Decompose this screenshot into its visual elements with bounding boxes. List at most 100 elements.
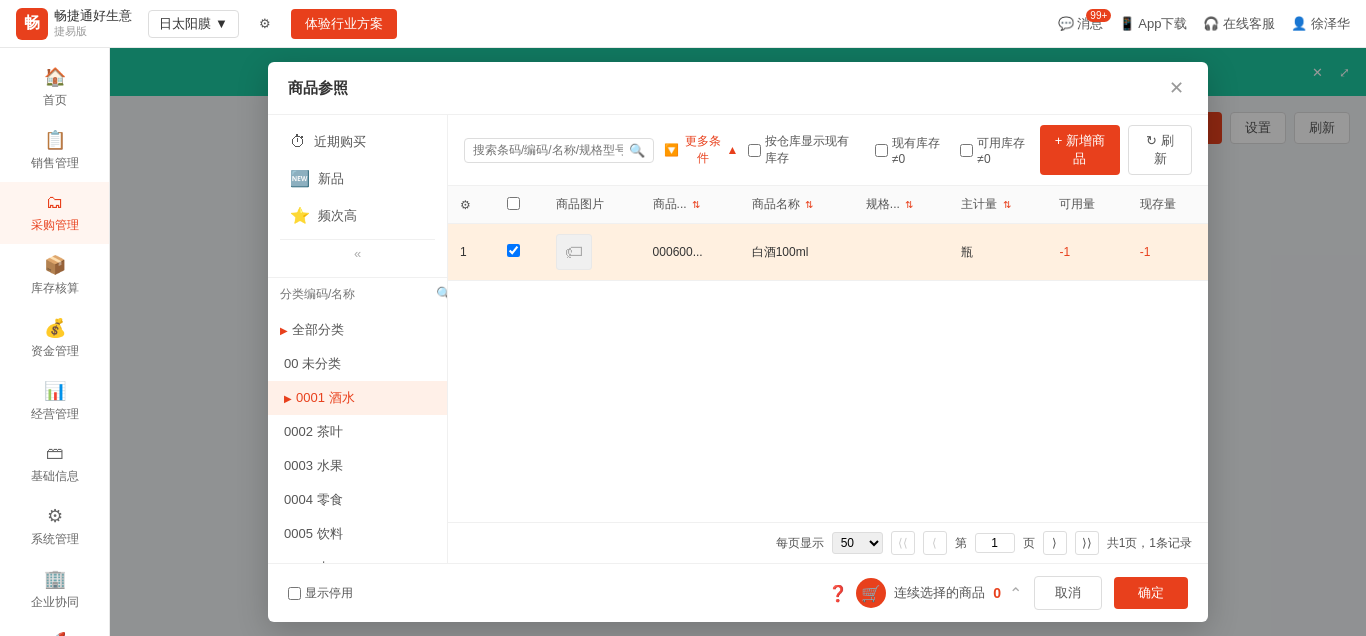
user-avatar[interactable]: 👤 徐泽华 xyxy=(1291,15,1350,33)
sidebar-item-enterprise[interactable]: 🏢 企业协同 xyxy=(0,558,109,621)
cell-checkbox xyxy=(495,224,544,281)
logo-icon: 畅 xyxy=(16,8,48,40)
next-page-button[interactable]: ⟩ xyxy=(1043,531,1067,555)
sidebar-item-guide[interactable]: 🚀 新手引导 xyxy=(0,621,109,636)
show-disabled-label[interactable]: 显示停用 xyxy=(288,585,353,602)
cell-code: 000600... xyxy=(641,224,740,281)
category-item-all[interactable]: ▶ 全部分类 xyxy=(268,313,447,347)
collapse-icon: « xyxy=(354,246,361,261)
cell-available: -1 xyxy=(1047,224,1127,281)
current-stock-checkbox-label[interactable]: 现有库存≠0 xyxy=(875,135,944,166)
cart-collapse-icon[interactable]: ⌃ xyxy=(1009,584,1022,603)
rocket-icon: 🚀 xyxy=(44,631,66,636)
experience-button[interactable]: 体验行业方案 xyxy=(291,9,397,39)
product-reference-modal: 商品参照 ✕ ⏱ 近期购买 🆕 新 xyxy=(268,62,1208,622)
headset-icon: 🎧 xyxy=(1203,16,1219,31)
sidebar-label-business: 经营管理 xyxy=(31,406,79,423)
category-search-input[interactable] xyxy=(280,287,430,301)
sort-code-icon: ⇅ xyxy=(692,199,700,210)
available-stock-checkbox-label[interactable]: 可用库存≠0 xyxy=(960,135,1029,166)
filter-checkboxes: 按仓库显示现有库存 现有库存≠0 可用库存≠0 xyxy=(748,133,1029,167)
recent-icon: ⏱ xyxy=(290,133,306,151)
col-current: 现存量 xyxy=(1128,186,1208,224)
col-spec[interactable]: 规格... ⇅ xyxy=(854,186,949,224)
col-unit[interactable]: 主计量 ⇅ xyxy=(949,186,1047,224)
tree-arrow-icon: ▶ xyxy=(280,325,288,336)
money-icon: 💰 xyxy=(44,317,66,339)
cart-count: 0 xyxy=(993,585,1001,601)
category-item-0003[interactable]: 0003 水果 xyxy=(268,449,447,483)
page-number-input[interactable] xyxy=(975,533,1015,553)
sidebar-item-home[interactable]: 🏠 首页 xyxy=(0,56,109,119)
col-name[interactable]: 商品名称 ⇅ xyxy=(740,186,854,224)
app-download-link[interactable]: 📱 App下载 xyxy=(1119,15,1187,33)
sidebar-item-purchase[interactable]: 🗂 采购管理 xyxy=(0,182,109,244)
refresh-button[interactable]: ↻ 刷新 xyxy=(1128,125,1192,175)
cart-button[interactable]: 🛒 xyxy=(856,578,886,608)
building-icon: 🏢 xyxy=(44,568,66,590)
col-available: 可用量 xyxy=(1047,186,1127,224)
prev-page-button[interactable]: ⟨ xyxy=(923,531,947,555)
modal-close-button[interactable]: ✕ xyxy=(1164,76,1188,100)
col-code[interactable]: 商品... ⇅ xyxy=(641,186,740,224)
first-page-button[interactable]: ⟨⟨ xyxy=(891,531,915,555)
notification-bell[interactable]: 💬 消息 99+ xyxy=(1058,15,1104,33)
logo-text: 畅捷通好生意 捷易版 xyxy=(54,8,132,40)
row-checkbox[interactable] xyxy=(507,244,520,257)
chevron-down-icon: ▼ xyxy=(215,16,228,31)
category-item-0002[interactable]: 0002 茶叶 xyxy=(268,415,447,449)
current-stock-checkbox[interactable] xyxy=(875,144,888,157)
settings-button[interactable]: ⚙ xyxy=(251,12,279,35)
database-icon: 🗃 xyxy=(46,443,64,464)
category-item-0001[interactable]: ▶ 0001 酒水 xyxy=(268,381,447,415)
sidebar-item-business[interactable]: 📊 经营管理 xyxy=(0,370,109,433)
sidebar-item-system[interactable]: ⚙ 系统管理 xyxy=(0,495,109,558)
sidebar-collapse-button[interactable]: « xyxy=(280,239,435,267)
select-all-checkbox[interactable] xyxy=(507,197,520,210)
sidebar-item-basic[interactable]: 🗃 基础信息 xyxy=(0,433,109,495)
product-table: ⚙ 商品图片 xyxy=(448,186,1208,281)
pagination: 每页显示 50 10 20 100 ⟨⟨ ⟨ 第 页 xyxy=(448,522,1208,563)
sort-spec-icon: ⇅ xyxy=(905,199,913,210)
store-selector[interactable]: 日太阳膜 ▼ xyxy=(148,10,239,38)
cancel-button[interactable]: 取消 xyxy=(1034,576,1102,610)
category-item-0008[interactable]: 0008 水 xyxy=(268,551,447,563)
col-image: 商品图片 xyxy=(544,186,640,224)
sort-name-icon: ⇅ xyxy=(805,199,813,210)
last-page-button[interactable]: ⟩⟩ xyxy=(1075,531,1099,555)
sidebar-label-sales: 销售管理 xyxy=(31,155,79,172)
category-item-0004[interactable]: 0004 零食 xyxy=(268,483,447,517)
per-page-select[interactable]: 50 10 20 100 xyxy=(832,532,883,554)
warehouse-checkbox-label[interactable]: 按仓库显示现有库存 xyxy=(748,133,859,167)
modal-title: 商品参照 xyxy=(288,79,348,98)
add-product-button[interactable]: + 新增商品 xyxy=(1040,125,1121,175)
category-search-icon[interactable]: 🔍 xyxy=(436,286,448,301)
modal-main: 🔍 🔽 更多条件 ▲ 按仓库显示现有库存 xyxy=(448,115,1208,563)
sidebar-item-sales[interactable]: 📋 销售管理 xyxy=(0,119,109,182)
show-disabled-checkbox[interactable] xyxy=(288,587,301,600)
table-row[interactable]: 1 🏷 xyxy=(448,224,1208,281)
online-service-link[interactable]: 🎧 在线客服 xyxy=(1203,15,1275,33)
sidebar-label-purchase: 采购管理 xyxy=(31,217,79,234)
cell-name: 白酒100ml xyxy=(740,224,854,281)
sidebar-nav-frequent[interactable]: ⭐ 频次高 xyxy=(280,198,435,233)
sidebar-nav-recent[interactable]: ⏱ 近期购买 xyxy=(280,125,435,159)
sidebar-nav-new[interactable]: 🆕 新品 xyxy=(280,161,435,196)
cart-area: ❓ 🛒 连续选择的商品 0 ⌃ xyxy=(828,578,1022,608)
category-search-area: 🔍 xyxy=(268,277,447,309)
warehouse-checkbox[interactable] xyxy=(748,144,761,157)
help-icon[interactable]: ❓ xyxy=(828,584,848,603)
sidebar-item-finance[interactable]: 💰 资金管理 xyxy=(0,307,109,370)
confirm-button[interactable]: 确定 xyxy=(1114,577,1188,609)
category-item-00[interactable]: 00 未分类 xyxy=(268,347,447,381)
sidebar-label-inventory: 库存核算 xyxy=(31,280,79,297)
sidebar-item-inventory[interactable]: 📦 库存核算 xyxy=(0,244,109,307)
filter-button[interactable]: 🔽 更多条件 ▲ xyxy=(664,133,738,167)
product-search-icon[interactable]: 🔍 xyxy=(629,143,645,158)
category-item-0005[interactable]: 0005 饮料 xyxy=(268,517,447,551)
available-stock-checkbox[interactable] xyxy=(960,144,973,157)
table-gear-icon[interactable]: ⚙ xyxy=(460,198,471,212)
sidebar-label-enterprise: 企业协同 xyxy=(31,594,79,611)
product-search-input[interactable] xyxy=(473,143,623,157)
page-label: 第 xyxy=(955,535,967,552)
